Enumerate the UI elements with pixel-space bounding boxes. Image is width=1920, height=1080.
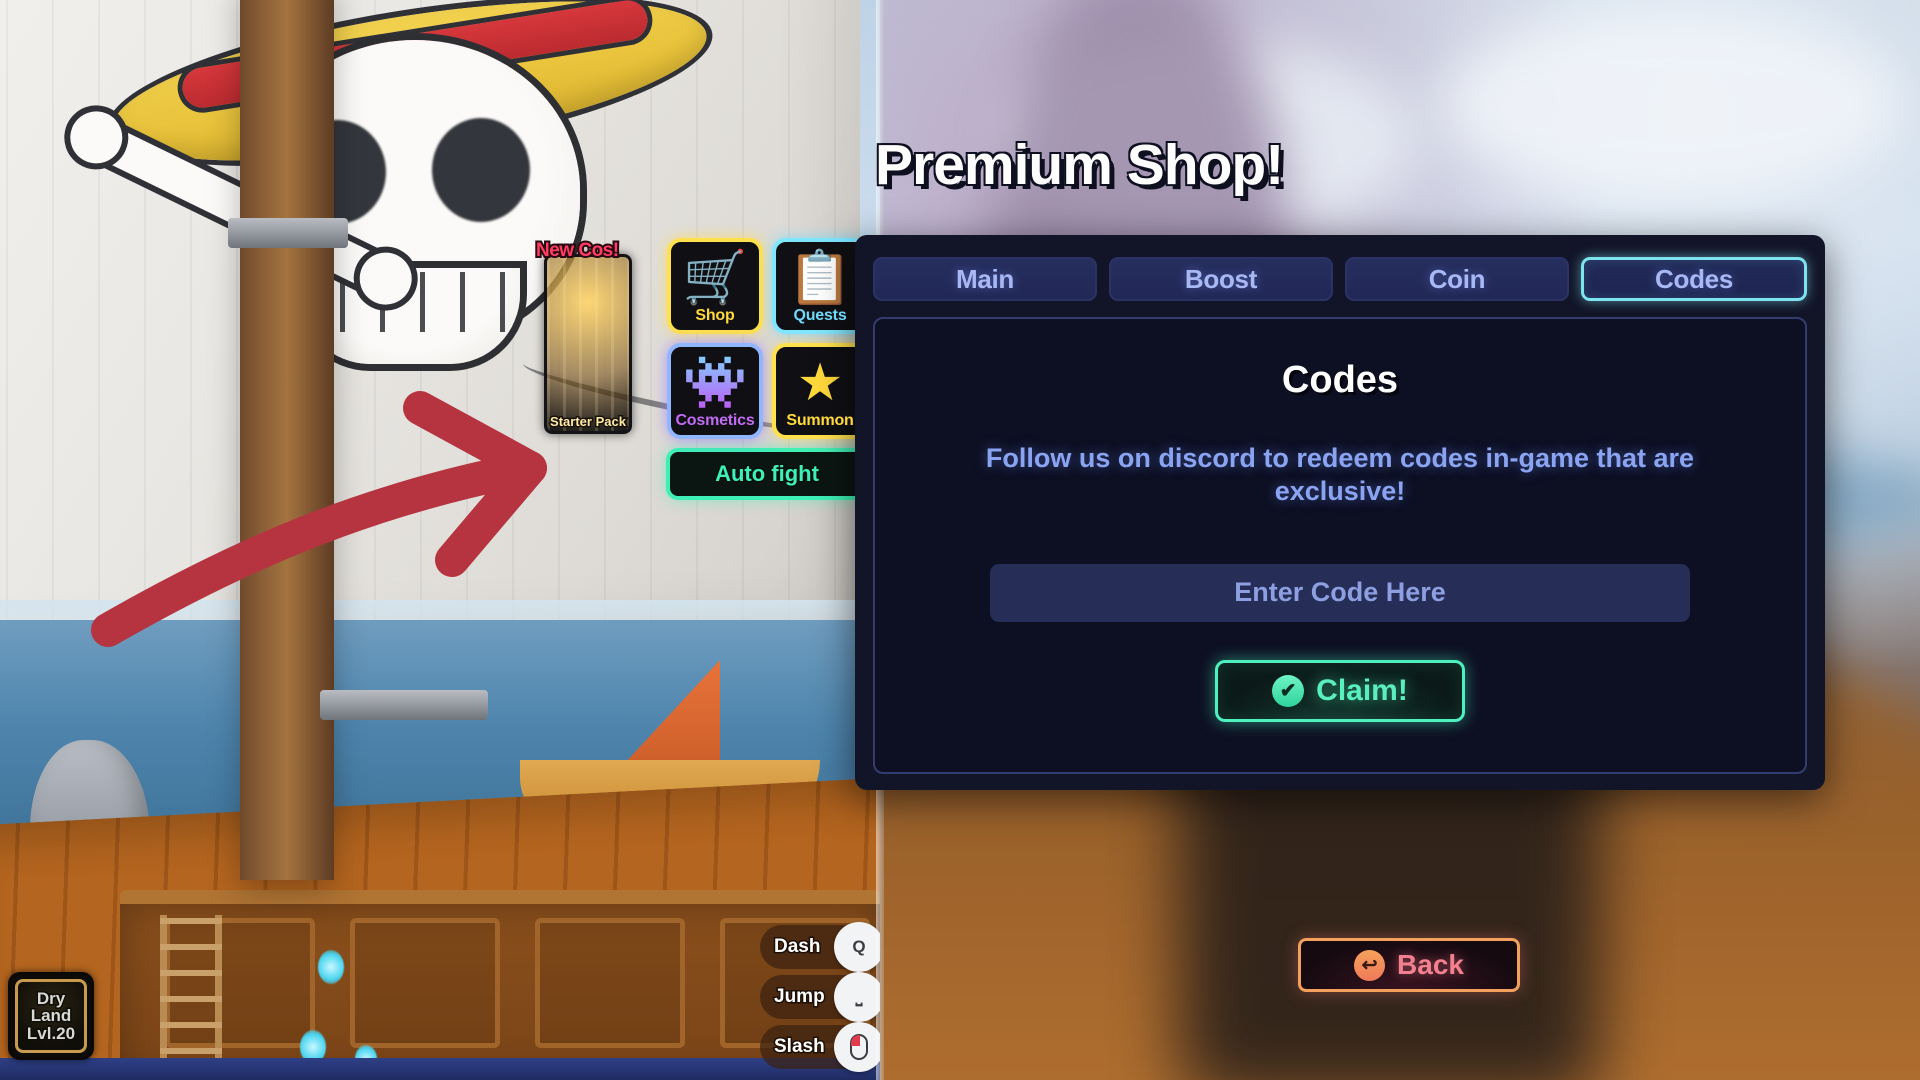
railing-panel xyxy=(350,918,500,1048)
quests-button-label: Quests xyxy=(792,306,848,326)
keybind-slash[interactable]: Slash xyxy=(760,1022,880,1072)
summon-button[interactable]: ★ Summon xyxy=(772,343,868,439)
code-input[interactable] xyxy=(990,563,1690,622)
keybind-jump-label: Jump xyxy=(773,985,827,1009)
undo-arrow-icon: ↩ xyxy=(1354,949,1386,981)
back-button-label: Back xyxy=(1397,949,1464,980)
check-circle-icon: ✔ xyxy=(1272,674,1305,707)
summon-button-label: Summon xyxy=(785,411,855,431)
location-level: Lvl.20 xyxy=(25,1023,76,1044)
mask-icon: 👾 xyxy=(671,353,759,413)
codes-panel: Codes Follow us on discord to redeem cod… xyxy=(873,317,1807,774)
star-icon: ★ xyxy=(796,354,844,412)
premium-shop-modal: Main Boost Coin Codes Codes Follow us on… xyxy=(855,235,1825,790)
location-line-2: Land xyxy=(29,1005,73,1026)
location-level-inner: Dry Land Lvl.20 xyxy=(15,979,87,1053)
location-level-badge: Dry Land Lvl.20 xyxy=(8,972,94,1060)
location-line-1: Dry xyxy=(35,988,66,1009)
railing-panel xyxy=(535,918,685,1048)
screenshot-root: Starter Pack New Cos! 🛒 Shop 📋 Quests 👾 … xyxy=(0,0,1920,1080)
backdrop-cloud xyxy=(1440,10,1900,200)
tab-boost[interactable]: Boost xyxy=(1109,257,1333,301)
mast-band xyxy=(320,690,488,720)
game-viewport: Starter Pack New Cos! 🛒 Shop 📋 Quests 👾 … xyxy=(0,0,880,1080)
shop-button-label: Shop xyxy=(694,306,736,326)
cosmetics-button[interactable]: 👾 Cosmetics xyxy=(667,343,763,439)
tab-codes[interactable]: Codes xyxy=(1581,257,1807,301)
keybind-dash-label: Dash xyxy=(772,935,821,959)
claim-button-label: Claim! xyxy=(1316,673,1408,707)
mouse-left-click-icon xyxy=(834,1022,880,1072)
keybind-jump[interactable]: Jump ⎵ xyxy=(760,972,880,1022)
cosmetics-button-label: Cosmetics xyxy=(674,411,756,431)
page-title: Premium Shop! xyxy=(875,133,1284,197)
skull-eye-right xyxy=(432,118,530,222)
tab-main[interactable]: Main xyxy=(873,257,1097,301)
shopping-cart-icon: 🛒 xyxy=(682,249,748,307)
key-cap-q: Q xyxy=(834,922,880,972)
back-button[interactable]: ↩ Back xyxy=(1298,938,1520,992)
quests-button[interactable]: 📋 Quests xyxy=(772,238,868,334)
tab-coin[interactable]: Coin xyxy=(1345,257,1569,301)
glow-orb xyxy=(318,950,344,984)
ship-ladder xyxy=(160,915,222,1080)
keybind-list: Dash Q Jump ⎵ Slash xyxy=(760,922,880,1075)
panel-description: Follow us on discord to redeem codes in-… xyxy=(985,443,1695,506)
claim-button[interactable]: ✔ Claim! xyxy=(1215,659,1465,722)
keybind-slash-label: Slash xyxy=(773,1035,827,1059)
annotation-arrow-icon xyxy=(91,391,547,647)
shop-button[interactable]: 🛒 Shop xyxy=(667,238,763,334)
panel-heading: Codes xyxy=(1281,359,1399,401)
spacebar-key: ⎵ xyxy=(834,972,880,1022)
keybind-dash[interactable]: Dash Q xyxy=(760,922,880,972)
auto-fight-button[interactable]: Auto fight xyxy=(666,448,868,500)
tab-bar: Main Boost Coin Codes xyxy=(873,257,1807,301)
lower-screen-edge xyxy=(0,1058,880,1080)
clipboard-check-icon: 📋 xyxy=(787,249,853,307)
